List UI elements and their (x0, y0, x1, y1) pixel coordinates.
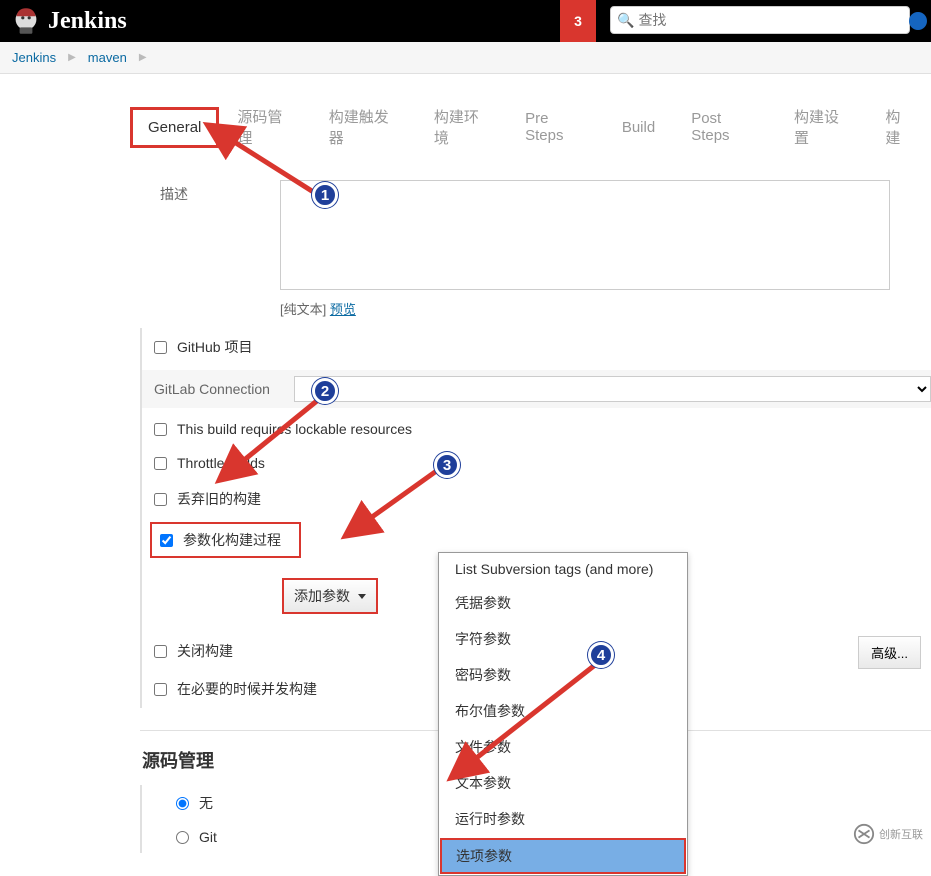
parameterized-checkbox[interactable] (160, 534, 173, 547)
callout-1: 1 (312, 182, 338, 208)
add-parameter-menu: List Subversion tags (and more) 凭据参数 字符参… (438, 552, 688, 876)
description-label: 描述 (160, 180, 280, 204)
throttle-checkbox[interactable] (154, 457, 167, 470)
config-tabs: General 源码管理 构建触发器 构建环境 Pre Steps Build … (120, 94, 931, 160)
tab-pre[interactable]: Pre Steps (507, 98, 604, 156)
concurrent-build-checkbox[interactable] (154, 683, 167, 696)
search-icon: 🔍 (617, 12, 634, 29)
param-menu-item-choice[interactable]: 选项参数 (440, 838, 686, 874)
param-menu-item[interactable]: 运行时参数 (439, 801, 687, 837)
github-project-row[interactable]: GitHub 项目 (142, 328, 931, 366)
param-menu-item[interactable]: List Subversion tags (and more) (439, 553, 687, 585)
jenkins-icon (10, 5, 42, 37)
tab-env[interactable]: 构建环境 (416, 94, 507, 160)
param-menu-item[interactable]: 凭据参数 (439, 585, 687, 621)
breadcrumb: Jenkins ▶ maven ▶ (0, 42, 931, 74)
tab-build[interactable]: Build (604, 107, 673, 148)
callout-4: 4 (588, 642, 614, 668)
topbar: Jenkins 3 🔍 (0, 0, 931, 42)
tab-triggers[interactable]: 构建触发器 (311, 94, 416, 160)
param-menu-item[interactable]: 布尔值参数 (439, 693, 687, 729)
breadcrumb-item-maven[interactable]: maven (88, 50, 127, 65)
param-menu-item[interactable]: 密码参数 (439, 657, 687, 693)
watermark: 创新互联 (853, 823, 923, 845)
jenkins-logo[interactable]: Jenkins (10, 5, 127, 37)
close-build-checkbox[interactable] (154, 645, 167, 658)
discard-old-checkbox[interactable] (154, 493, 167, 506)
advanced-button[interactable]: 高级... (858, 636, 921, 669)
chevron-right-icon: ▶ (68, 52, 76, 63)
parameterized-row[interactable]: 参数化构建过程 (150, 522, 301, 558)
scm-none-radio[interactable] (176, 797, 189, 810)
plaintext-row: [纯文本] 预览 (280, 299, 931, 318)
callout-2: 2 (312, 378, 338, 404)
callout-3: 3 (434, 452, 460, 478)
breadcrumb-item-jenkins[interactable]: Jenkins (12, 50, 56, 65)
notification-badge[interactable]: 3 (560, 0, 596, 42)
param-menu-item[interactable]: 字符参数 (439, 621, 687, 657)
caret-down-icon (358, 594, 366, 599)
tab-more[interactable]: 构建 (867, 94, 931, 160)
description-textarea[interactable] (280, 180, 890, 290)
throttle-row[interactable]: Throttle builds (142, 446, 931, 480)
search-box[interactable]: 🔍 (610, 6, 910, 34)
add-parameter-button[interactable]: 添加参数 (282, 578, 378, 614)
lockable-row[interactable]: This build requires lockable resources (142, 412, 931, 446)
tab-post[interactable]: Post Steps (673, 98, 776, 156)
tab-scm[interactable]: 源码管理 (219, 94, 310, 160)
user-icon[interactable] (909, 12, 927, 30)
watermark-icon (853, 823, 875, 845)
param-menu-item[interactable]: 文本参数 (439, 765, 687, 801)
chevron-right-icon: ▶ (139, 52, 147, 63)
gitlab-connection-row: GitLab Connection (142, 370, 931, 408)
scm-git-radio[interactable] (176, 831, 189, 844)
search-input[interactable] (638, 12, 898, 28)
tab-general[interactable]: General (130, 107, 219, 148)
gitlab-connection-select[interactable] (294, 376, 931, 402)
description-row: 描述 [纯文本] 预览 (160, 180, 931, 318)
tab-settings[interactable]: 构建设置 (776, 94, 867, 160)
topbar-title: Jenkins (48, 8, 127, 35)
param-menu-item[interactable]: 文件参数 (439, 729, 687, 765)
discard-old-row[interactable]: 丢弃旧的构建 (142, 480, 931, 518)
github-project-checkbox[interactable] (154, 341, 167, 354)
preview-link[interactable]: 预览 (330, 302, 356, 317)
lockable-checkbox[interactable] (154, 423, 167, 436)
